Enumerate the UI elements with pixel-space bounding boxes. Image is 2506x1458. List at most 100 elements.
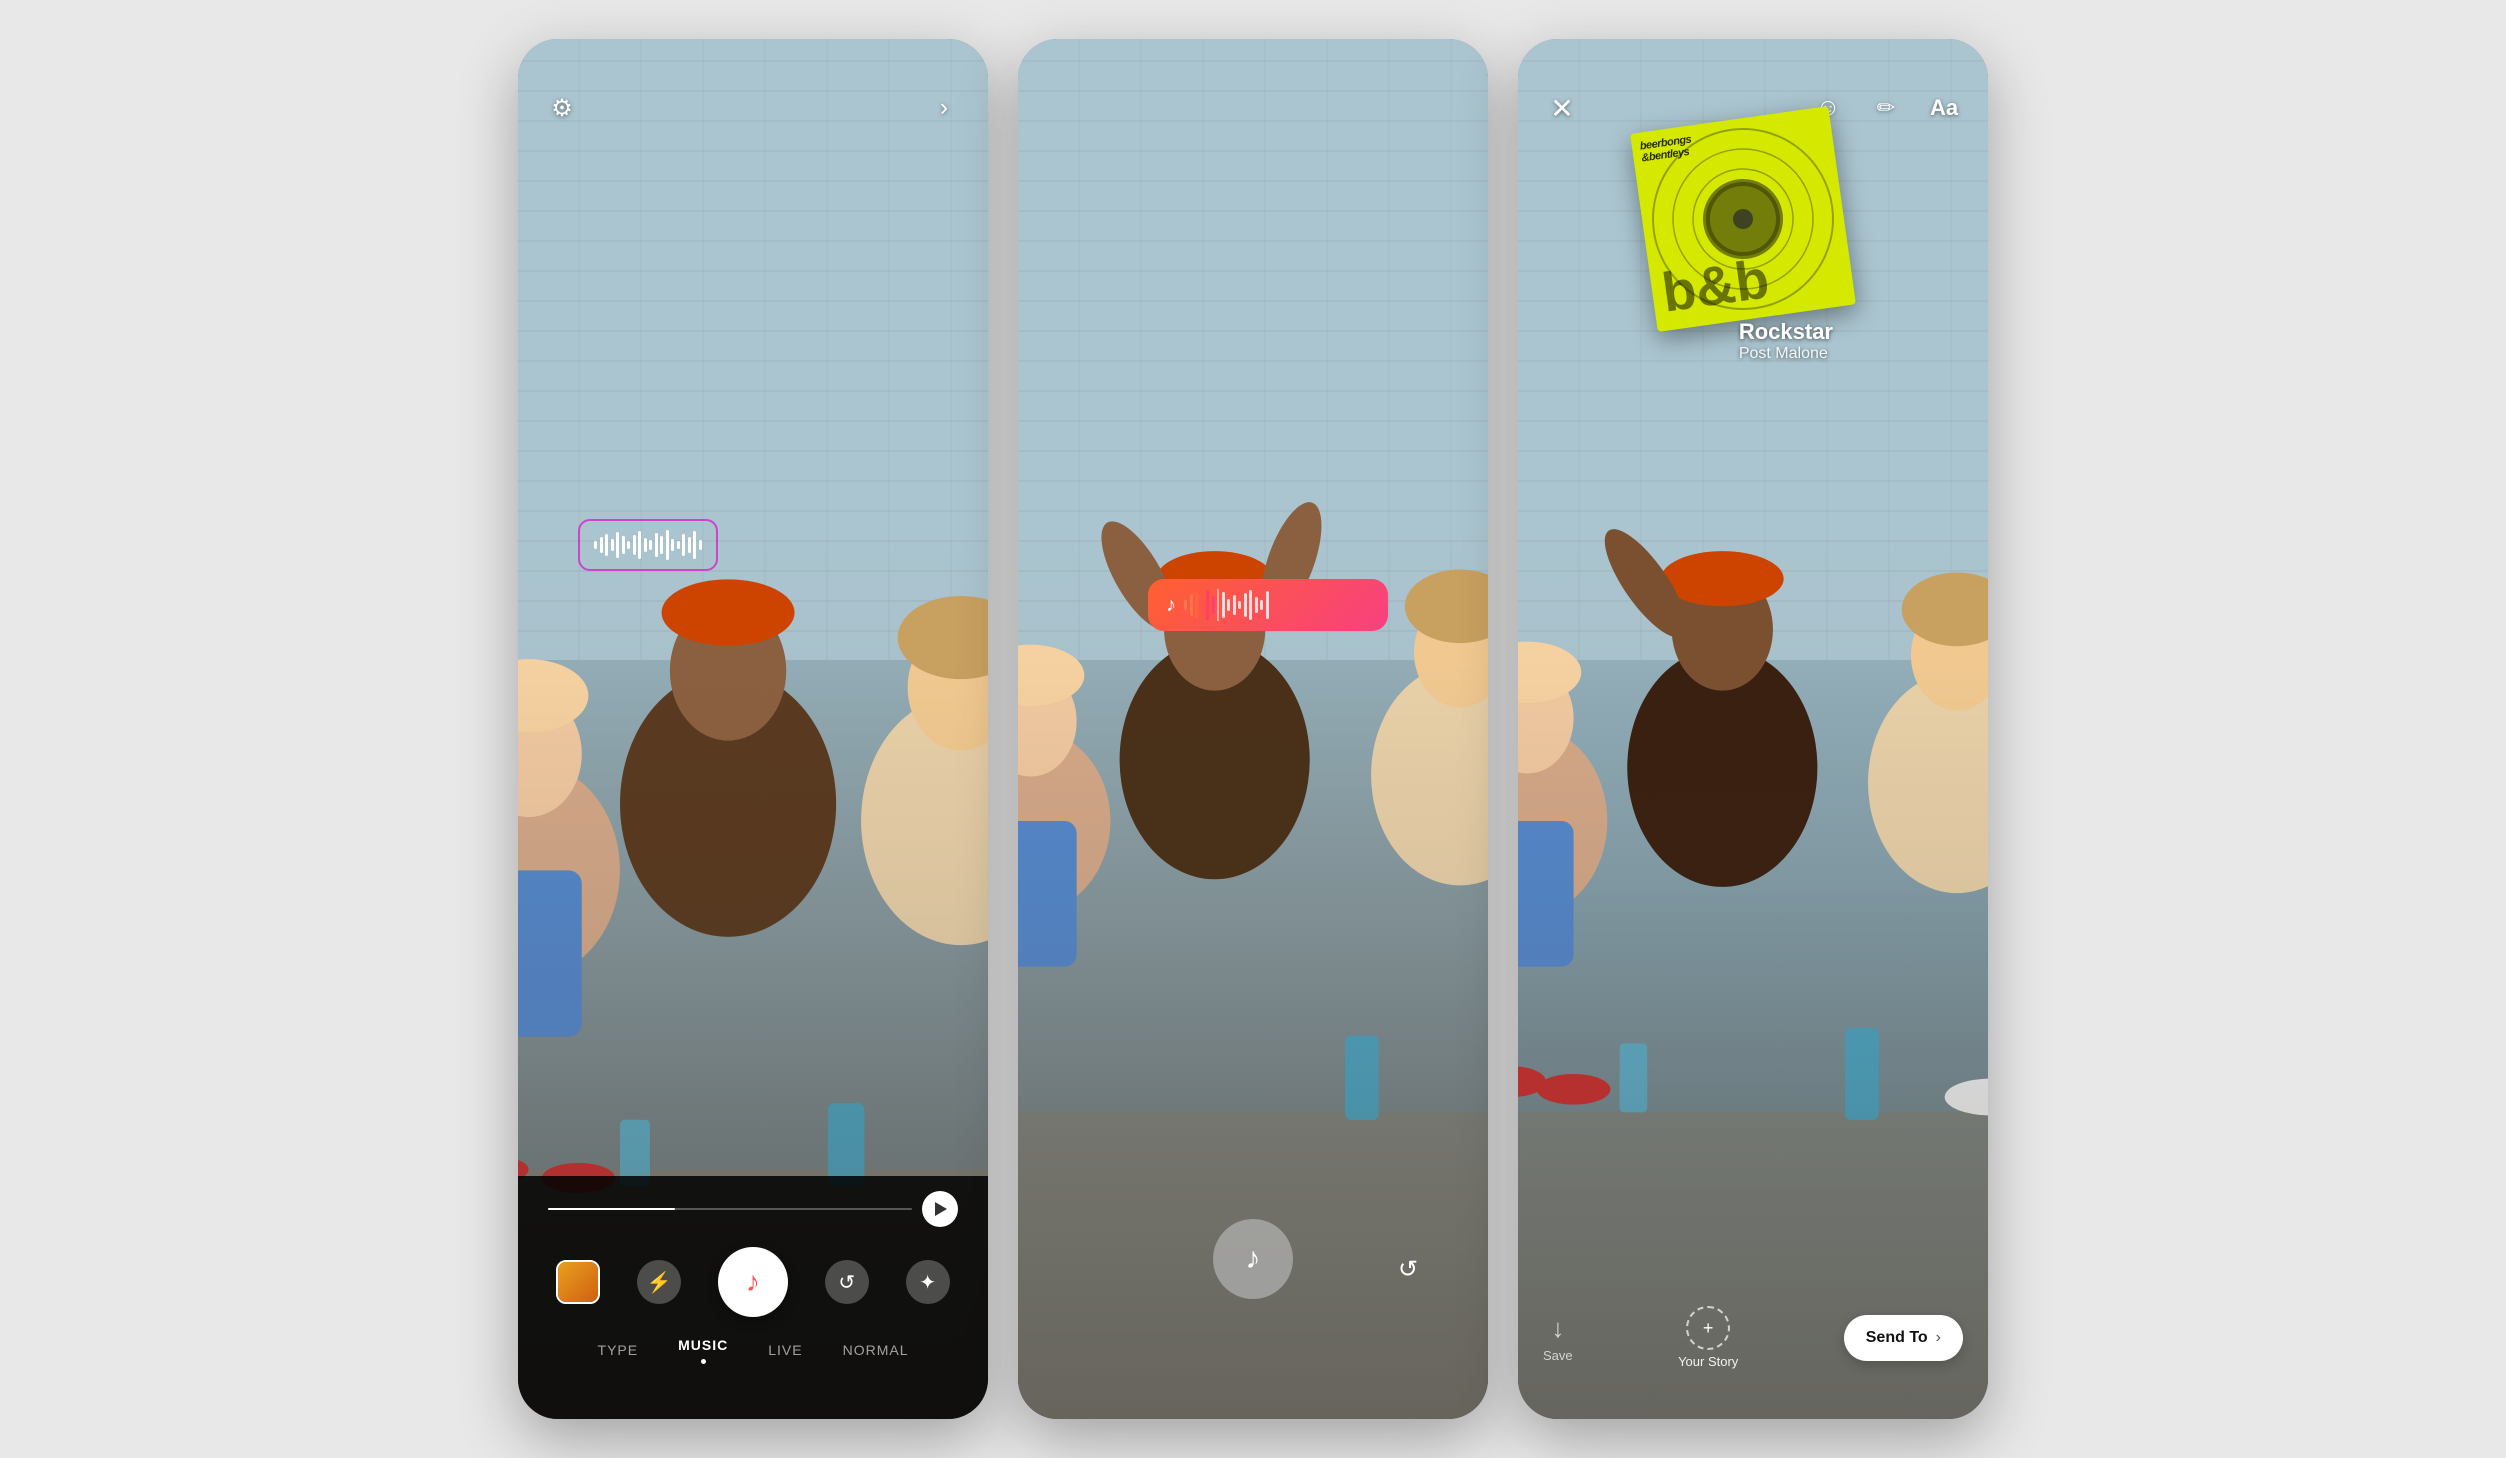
arrow-right-icon: › bbox=[940, 94, 948, 122]
your-story-label: Your Story bbox=[1678, 1354, 1738, 1369]
scene-overlay-2 bbox=[1018, 660, 1488, 1419]
plus-icon: + bbox=[1703, 1318, 1714, 1339]
screen1-top-bar: ⚙ › bbox=[518, 39, 988, 142]
sparkle-button[interactable]: ✦ bbox=[906, 1260, 950, 1304]
bottom-controls-1: ⚡ ♪ ↺ ✦ TYPE MUSIC LIVE bbox=[518, 1176, 988, 1419]
waveform-bar bbox=[1195, 591, 1198, 619]
song-title: Rockstar bbox=[1739, 319, 1833, 345]
gallery-thumbnail[interactable] bbox=[556, 1260, 600, 1304]
waveform-bar bbox=[1201, 598, 1204, 612]
waveform-bar bbox=[693, 531, 696, 559]
brush-button[interactable]: ✏ bbox=[1867, 89, 1905, 127]
waveform-bar bbox=[1184, 600, 1187, 610]
music-note-icon-2: ♪ bbox=[1246, 1242, 1261, 1276]
waveform-bar bbox=[1244, 593, 1247, 617]
waveform-bar bbox=[1206, 590, 1209, 620]
waveform-bar bbox=[649, 540, 652, 550]
waveform-bar bbox=[688, 537, 691, 553]
tab-music-container: MUSIC bbox=[673, 1337, 733, 1364]
waveform-bar bbox=[671, 539, 674, 551]
waveform-bar bbox=[633, 535, 636, 555]
waveform-bar bbox=[1260, 600, 1263, 610]
text-icon: Aa bbox=[1930, 95, 1958, 121]
your-story-circle-icon: + bbox=[1686, 1306, 1730, 1350]
waveform-bar bbox=[1255, 597, 1258, 613]
progress-bar-container bbox=[538, 1191, 968, 1227]
sparkle-icon: ✦ bbox=[919, 1270, 936, 1295]
waveform-bar bbox=[677, 541, 680, 549]
play-button[interactable] bbox=[922, 1191, 958, 1227]
arrow-right-button[interactable]: › bbox=[925, 89, 963, 127]
waveform-bar bbox=[616, 532, 619, 558]
tab-music[interactable]: MUSIC bbox=[673, 1332, 733, 1358]
album-big-text: b&b bbox=[1659, 251, 1773, 320]
album-cover-sticker[interactable]: beerbongs&bentleys b&b bbox=[1630, 106, 1856, 332]
settings-button[interactable]: ⚙ bbox=[543, 89, 581, 127]
music-center-button-2[interactable]: ♪ bbox=[1213, 1219, 1293, 1299]
screen-1-camera: ⚙ › bbox=[518, 39, 988, 1419]
play-icon bbox=[935, 1202, 947, 1216]
music-center-button[interactable]: ♪ bbox=[718, 1247, 788, 1317]
waveform-bar bbox=[699, 540, 702, 550]
tab-live[interactable]: LIVE bbox=[763, 1337, 807, 1364]
waveform-bar bbox=[1222, 592, 1225, 618]
song-info-sticker: Rockstar Post Malone bbox=[1739, 319, 1833, 363]
brush-icon: ✏ bbox=[1877, 95, 1895, 121]
waveform-bar bbox=[660, 536, 663, 554]
action-icons-row: ⚡ ♪ ↺ ✦ bbox=[538, 1247, 968, 1317]
music-sticker-2[interactable]: ♪ bbox=[1148, 579, 1388, 631]
recycle-icon: ↺ bbox=[838, 1270, 855, 1295]
song-artist: Post Malone bbox=[1739, 345, 1833, 363]
recycle-button[interactable]: ↺ bbox=[825, 1260, 869, 1304]
music-note-icon: ♪ bbox=[746, 1266, 760, 1298]
waveform-bar bbox=[622, 536, 625, 554]
waveform-1 bbox=[594, 529, 702, 561]
close-button[interactable]: ✕ bbox=[1543, 89, 1581, 127]
download-icon: ↓ bbox=[1551, 1313, 1564, 1344]
waveform-bar bbox=[1238, 601, 1241, 609]
send-to-label: Send To bbox=[1866, 1329, 1928, 1347]
tab-normal[interactable]: NORMAL bbox=[838, 1337, 914, 1364]
waveform-bar bbox=[627, 541, 630, 549]
mode-tabs: TYPE MUSIC LIVE NORMAL bbox=[538, 1332, 968, 1369]
save-label: Save bbox=[1543, 1348, 1573, 1363]
waveform-bar bbox=[1212, 596, 1215, 614]
waveform-bar bbox=[638, 531, 641, 559]
waveform-bar bbox=[605, 534, 608, 556]
top-right-icons: ☺ ✏ Aa bbox=[1809, 89, 1963, 127]
waveform-bar bbox=[1249, 590, 1252, 620]
screen-2-music: ♪ ♪ bbox=[1018, 39, 1488, 1419]
waveform-bar bbox=[594, 541, 597, 549]
waveform-bar bbox=[600, 537, 603, 553]
gear-icon: ⚙ bbox=[551, 94, 573, 123]
chevron-right-icon: › bbox=[1936, 1329, 1941, 1347]
waveform-bar bbox=[1190, 594, 1193, 616]
waveform-2 bbox=[1184, 589, 1269, 621]
waveform-bar bbox=[644, 538, 647, 552]
waveform-bar bbox=[655, 533, 658, 557]
music-sticker-icon: ♪ bbox=[1166, 594, 1176, 617]
recycle-button-2[interactable]: ↺ bbox=[1388, 1249, 1428, 1289]
text-button[interactable]: Aa bbox=[1925, 89, 1963, 127]
waveform-bar bbox=[1233, 595, 1236, 615]
waveform-bar bbox=[682, 534, 685, 556]
waveform-bar bbox=[1227, 599, 1230, 611]
waveform-bar bbox=[666, 530, 669, 560]
save-button[interactable]: ↓ Save bbox=[1543, 1313, 1573, 1363]
recycle-icon-2: ↺ bbox=[1398, 1255, 1418, 1284]
screen3-bottom-bar: ↓ Save + Your Story Send To › bbox=[1518, 1291, 1988, 1419]
screen-3-story: ✕ ☺ ✏ Aa bbox=[1518, 39, 1988, 1419]
your-story-button[interactable]: + Your Story bbox=[1678, 1306, 1738, 1369]
flash-icon: ⚡ bbox=[647, 1270, 672, 1295]
progress-line[interactable] bbox=[548, 1208, 912, 1210]
waveform-bar bbox=[611, 539, 614, 551]
send-to-button[interactable]: Send To › bbox=[1844, 1315, 1963, 1361]
close-icon: ✕ bbox=[1550, 92, 1573, 125]
active-tab-indicator bbox=[701, 1359, 706, 1364]
music-sticker-1[interactable] bbox=[578, 519, 718, 571]
tab-type[interactable]: TYPE bbox=[593, 1337, 644, 1364]
waveform-divider bbox=[1217, 589, 1219, 621]
flash-button[interactable]: ⚡ bbox=[637, 1260, 681, 1304]
waveform-bar bbox=[1266, 591, 1269, 619]
album-cover: beerbongs&bentleys b&b bbox=[1630, 106, 1856, 332]
